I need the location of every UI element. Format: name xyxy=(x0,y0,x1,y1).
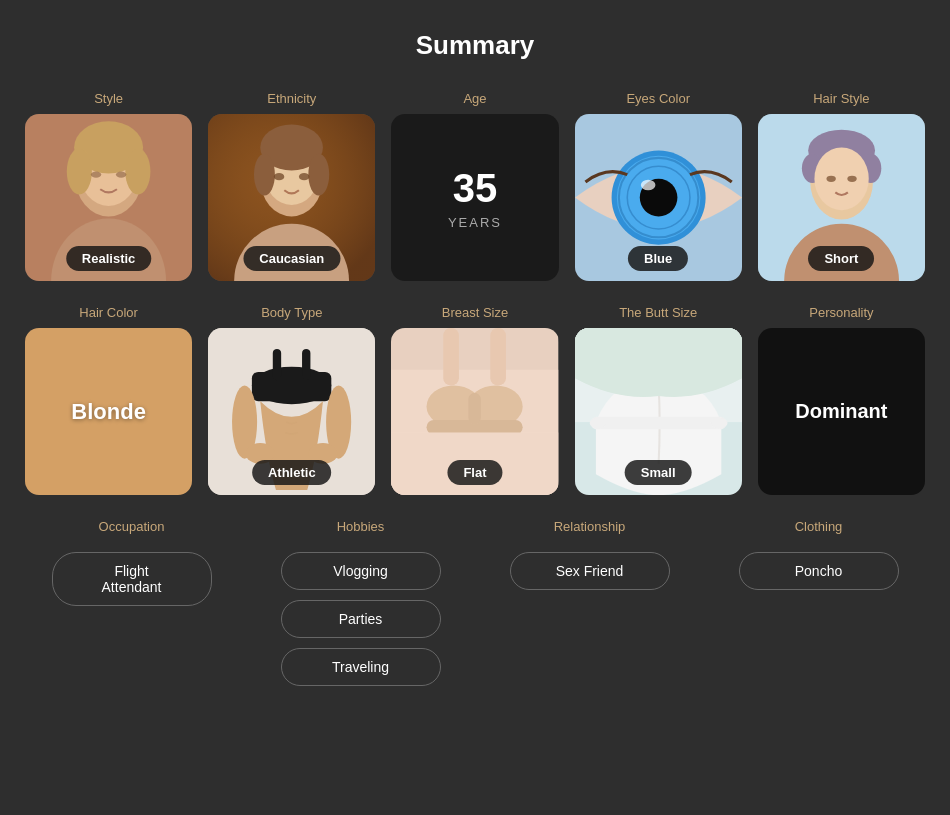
style-badge: Realistic xyxy=(66,246,151,271)
haircolor-card: Blonde xyxy=(25,328,192,495)
hairstyle-column: Hair Style Short xyxy=(758,91,925,281)
occupation-tag-0: FlightAttendant xyxy=(52,552,212,606)
bodytype-card: Athletic xyxy=(208,328,375,495)
svg-point-14 xyxy=(254,154,275,196)
personality-card: Dominant xyxy=(758,328,925,495)
svg-rect-39 xyxy=(252,372,331,401)
buttsize-label: The Butt Size xyxy=(619,305,697,320)
eyes-column: Eyes Color xyxy=(575,91,742,281)
hobbies-tag-1: Parties xyxy=(281,600,441,638)
ethnicity-badge: Caucasian xyxy=(243,246,340,271)
hobbies-tag-0: Vlogging xyxy=(281,552,441,590)
style-card: Realistic xyxy=(25,114,192,281)
buttsize-badge: Small xyxy=(625,460,692,485)
svg-point-33 xyxy=(814,147,868,210)
clothing-label: Clothing xyxy=(795,519,843,534)
eyes-badge: Blue xyxy=(628,246,688,271)
clothing-tag-0: Poncho xyxy=(739,552,899,590)
age-card: 35 YEARS xyxy=(391,114,558,281)
row3-grid: Occupation FlightAttendant Hobbies Vlogg… xyxy=(25,519,925,686)
svg-point-34 xyxy=(826,176,835,182)
bodytype-badge: Athletic xyxy=(252,460,332,485)
hairstyle-badge: Short xyxy=(808,246,874,271)
personality-label: Personality xyxy=(809,305,873,320)
svg-point-25 xyxy=(640,180,655,190)
hairstyle-card: Short xyxy=(758,114,925,281)
clothing-column: Clothing Poncho xyxy=(712,519,925,590)
svg-point-59 xyxy=(589,418,606,428)
age-unit: YEARS xyxy=(448,215,502,230)
eyes-label: Eyes Color xyxy=(626,91,690,106)
svg-point-18 xyxy=(299,173,309,180)
page-title: Summary xyxy=(25,30,925,61)
ethnicity-column: Ethnicity xyxy=(208,91,375,281)
buttsize-card: Small xyxy=(575,328,742,495)
summary-container: Summary Style xyxy=(25,30,925,686)
haircolor-column: Hair Color Blonde xyxy=(25,305,192,495)
style-column: Style Realistic xyxy=(25,91,192,281)
svg-rect-41 xyxy=(302,349,310,380)
bodytype-column: Body Type xyxy=(208,305,375,495)
svg-point-7 xyxy=(91,171,101,177)
svg-point-60 xyxy=(710,418,727,428)
row2-grid: Hair Color Blonde Body Type xyxy=(25,305,925,495)
occupation-label: Occupation xyxy=(99,519,165,534)
hairstyle-label: Hair Style xyxy=(813,91,869,106)
relationship-label: Relationship xyxy=(554,519,626,534)
personality-column: Personality Dominant xyxy=(758,305,925,495)
breastsize-badge: Flat xyxy=(447,460,502,485)
occupation-column: Occupation FlightAttendant xyxy=(25,519,238,606)
svg-rect-48 xyxy=(444,328,460,385)
svg-point-15 xyxy=(309,154,330,196)
hobbies-column: Hobbies Vlogging Parties Traveling xyxy=(254,519,467,686)
breastsize-card: Flat xyxy=(391,328,558,495)
personality-text: Dominant xyxy=(795,400,887,423)
buttsize-column: The Butt Size xyxy=(575,305,742,495)
svg-rect-53 xyxy=(469,393,482,424)
relationship-column: Relationship Sex Friend xyxy=(483,519,696,590)
age-value: 35 xyxy=(453,166,498,211)
haircolor-text: Blonde xyxy=(71,399,146,425)
haircolor-label: Hair Color xyxy=(79,305,138,320)
ethnicity-label: Ethnicity xyxy=(267,91,316,106)
svg-point-17 xyxy=(274,173,284,180)
relationship-tag-0: Sex Friend xyxy=(510,552,670,590)
eyes-card: Blue xyxy=(575,114,742,281)
svg-point-35 xyxy=(847,176,856,182)
breastsize-column: Breast Size xyxy=(391,305,558,495)
svg-point-5 xyxy=(67,148,92,194)
age-label: Age xyxy=(463,91,486,106)
svg-rect-40 xyxy=(273,349,281,380)
breastsize-label: Breast Size xyxy=(442,305,508,320)
ethnicity-card: Caucasian xyxy=(208,114,375,281)
hobbies-label: Hobbies xyxy=(337,519,385,534)
age-column: Age 35 YEARS xyxy=(391,91,558,281)
style-label: Style xyxy=(94,91,123,106)
svg-rect-49 xyxy=(491,328,507,385)
svg-point-6 xyxy=(125,148,150,194)
bodytype-label: Body Type xyxy=(261,305,322,320)
hobbies-tag-2: Traveling xyxy=(281,648,441,686)
svg-point-8 xyxy=(116,171,126,177)
row1-grid: Style Realistic xyxy=(25,91,925,281)
svg-rect-58 xyxy=(590,417,726,430)
